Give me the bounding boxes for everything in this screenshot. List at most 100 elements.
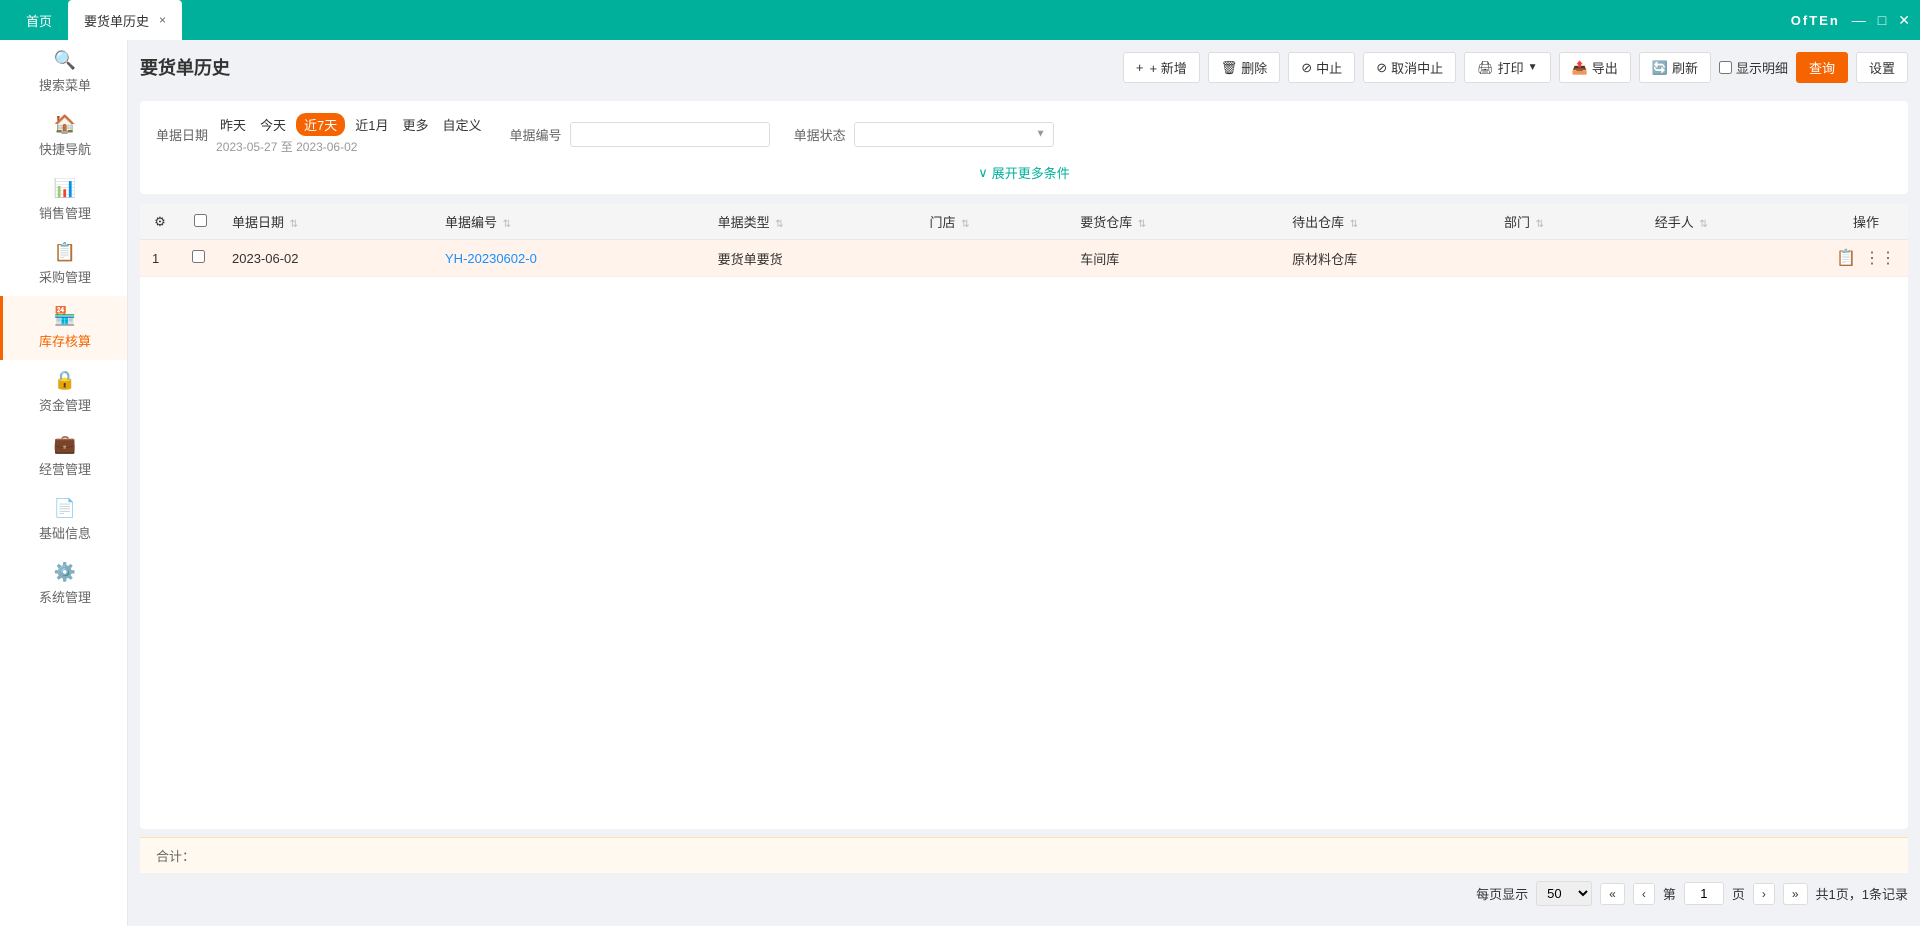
stop-icon: ⊘: [1301, 60, 1312, 76]
prev-page-btn[interactable]: ‹: [1633, 883, 1655, 905]
delete-button[interactable]: 🗑 删除: [1208, 52, 1281, 83]
col-store[interactable]: 门店 ⇅: [917, 204, 1068, 240]
sidebar-item-sales-label: 销售管理: [39, 203, 91, 222]
content-header: 要货单历史 + + 新增 🗑 删除 ⊘ 中止 ⊘ 取消中止: [140, 52, 1908, 91]
expand-more-btn[interactable]: ∨ 展开更多条件: [156, 163, 1892, 182]
date-more[interactable]: 更多: [399, 113, 433, 136]
query-button[interactable]: 查询: [1796, 52, 1848, 83]
data-table: ⚙ 单据日期 ⇅ 单据编号 ⇅ 单据类型: [140, 204, 1908, 277]
refresh-button[interactable]: 🔄 刷新: [1639, 52, 1711, 83]
last-page-btn[interactable]: »: [1783, 883, 1808, 905]
row-index: 1: [140, 240, 180, 277]
settings-button[interactable]: 设置: [1856, 52, 1908, 83]
col-out-warehouse[interactable]: 待出仓库 ⇅: [1280, 204, 1492, 240]
brand-logo: OfTEn: [1791, 12, 1840, 28]
sidebar-item-finance[interactable]: 🔒 资金管理: [0, 360, 127, 424]
doc-no-label: 单据编号: [510, 125, 562, 144]
row-checkbox-cell[interactable]: [180, 240, 220, 277]
select-all-checkbox[interactable]: [194, 214, 207, 227]
col-date[interactable]: 单据日期 ⇅: [220, 204, 433, 240]
date-custom[interactable]: 自定义: [439, 113, 486, 136]
sidebar-item-system[interactable]: ⚙️ 系统管理: [0, 552, 127, 616]
col-action: 操作: [1824, 204, 1908, 240]
date-range: 2023-05-27 至 2023-06-02: [216, 138, 486, 155]
filter-panel: 单据日期 昨天 今天 近7天 近1月 更多 自定义 2023-05-27 至 2…: [140, 101, 1908, 194]
filter-row: 单据日期 昨天 今天 近7天 近1月 更多 自定义 2023-05-27 至 2…: [156, 113, 1892, 155]
tab-history[interactable]: 要货单历史 ×: [68, 0, 182, 40]
print-chevron-icon: ▼: [1528, 62, 1538, 73]
page-input-label: 第: [1663, 884, 1676, 903]
date-1month[interactable]: 近1月: [351, 113, 392, 136]
print-button[interactable]: 🖨 打印 ▼: [1464, 52, 1550, 83]
status-select[interactable]: [854, 122, 1054, 147]
window-close[interactable]: ✕: [1898, 12, 1910, 29]
page-title: 要货单历史: [140, 54, 230, 80]
row-more-icon[interactable]: ⋮⋮: [1864, 248, 1896, 268]
row-doc-link[interactable]: YH-20230602-0: [445, 251, 537, 266]
date-yesterday[interactable]: 昨天: [216, 113, 250, 136]
tab-history-close[interactable]: ×: [159, 13, 166, 27]
window-maximize[interactable]: □: [1878, 12, 1886, 28]
date-7days[interactable]: 近7天: [296, 113, 345, 136]
sidebar-item-sales[interactable]: 📊 销售管理: [0, 168, 127, 232]
tab-history-label: 要货单历史: [84, 11, 149, 30]
col-type[interactable]: 单据类型 ⇅: [706, 204, 918, 240]
refresh-icon: 🔄: [1652, 60, 1668, 76]
col-doc-no[interactable]: 单据编号 ⇅: [433, 204, 706, 240]
plus-icon: +: [1136, 60, 1144, 75]
cancel-stop-button[interactable]: ⊘ 取消中止: [1363, 52, 1456, 83]
tab-home[interactable]: 首页: [10, 0, 68, 40]
page-input[interactable]: [1684, 882, 1724, 905]
sidebar-item-finance-label: 资金管理: [39, 395, 91, 414]
status-label: 单据状态: [794, 125, 846, 144]
sidebar-item-operations[interactable]: 💼 经营管理: [0, 424, 127, 488]
sidebar-item-purchase-label: 采购管理: [39, 267, 91, 286]
sidebar-item-basic[interactable]: 📄 基础信息: [0, 488, 127, 552]
stop-button[interactable]: ⊘ 中止: [1288, 52, 1355, 83]
chart-icon: 📊: [54, 178, 76, 199]
first-page-btn[interactable]: «: [1600, 883, 1625, 905]
row-req-warehouse: 车间库: [1068, 240, 1280, 277]
sidebar-item-quick-nav[interactable]: 🏠 快捷导航: [0, 104, 127, 168]
pagination-bar: 每页显示 10 20 50 100 « ‹ 第 页 › » 共1页，1条记录: [140, 873, 1908, 914]
next-page-btn[interactable]: ›: [1753, 883, 1775, 905]
sidebar-item-inventory[interactable]: 🏪 库存核算: [0, 296, 127, 360]
briefcase-icon: 💼: [54, 434, 76, 455]
date-today[interactable]: 今天: [256, 113, 290, 136]
row-doc-no[interactable]: YH-20230602-0: [433, 240, 706, 277]
tab-home-label: 首页: [26, 11, 52, 30]
search-icon: 🔍: [54, 50, 76, 71]
col-handler[interactable]: 经手人 ⇅: [1643, 204, 1824, 240]
row-dept: [1492, 240, 1643, 277]
row-type: 要货单要货: [706, 240, 918, 277]
sidebar-item-search[interactable]: 🔍 搜索菜单: [0, 40, 127, 104]
col-settings[interactable]: ⚙: [140, 204, 180, 240]
row-checkbox[interactable]: [192, 250, 205, 263]
show-detail-checkbox-label[interactable]: 显示明细: [1719, 58, 1788, 77]
col-dept[interactable]: 部门 ⇅: [1492, 204, 1643, 240]
summary-bar: 合计：: [140, 837, 1908, 873]
window-minimize[interactable]: —: [1852, 12, 1866, 28]
export-button[interactable]: 📤 导出: [1559, 52, 1631, 83]
date-label: 单据日期: [156, 125, 208, 144]
doc-no-input[interactable]: [570, 122, 770, 147]
lock-icon: 🔒: [54, 370, 76, 391]
date-filter: 单据日期 昨天 今天 近7天 近1月 更多 自定义 2023-05-27 至 2…: [156, 113, 486, 155]
row-out-warehouse: 原材料仓库: [1280, 240, 1492, 277]
row-date: 2023-06-02: [220, 240, 433, 277]
sort-store-icon: ⇅: [961, 219, 969, 230]
col-req-warehouse[interactable]: 要货仓库 ⇅: [1068, 204, 1280, 240]
sort-handler-icon: ⇅: [1699, 219, 1707, 230]
new-button[interactable]: + + 新增: [1123, 52, 1200, 83]
sidebar: 🔍 搜索菜单 🏠 快捷导航 📊 销售管理 📋 采购管理 🏪 库存核算 🔒 资金管…: [0, 40, 128, 926]
show-detail-checkbox[interactable]: [1719, 61, 1732, 74]
sidebar-item-purchase[interactable]: 📋 采购管理: [0, 232, 127, 296]
sidebar-item-inventory-label: 库存核算: [39, 331, 91, 350]
row-edit-icon[interactable]: 📋: [1836, 248, 1856, 268]
sort-dept-icon: ⇅: [1536, 219, 1544, 230]
table-header-row: ⚙ 单据日期 ⇅ 单据编号 ⇅ 单据类型: [140, 204, 1908, 240]
page-size-select[interactable]: 10 20 50 100: [1536, 881, 1592, 906]
col-checkbox[interactable]: [180, 204, 220, 240]
content-area: 要货单历史 + + 新增 🗑 删除 ⊘ 中止 ⊘ 取消中止: [128, 40, 1920, 926]
sort-docno-icon: ⇅: [503, 219, 511, 230]
